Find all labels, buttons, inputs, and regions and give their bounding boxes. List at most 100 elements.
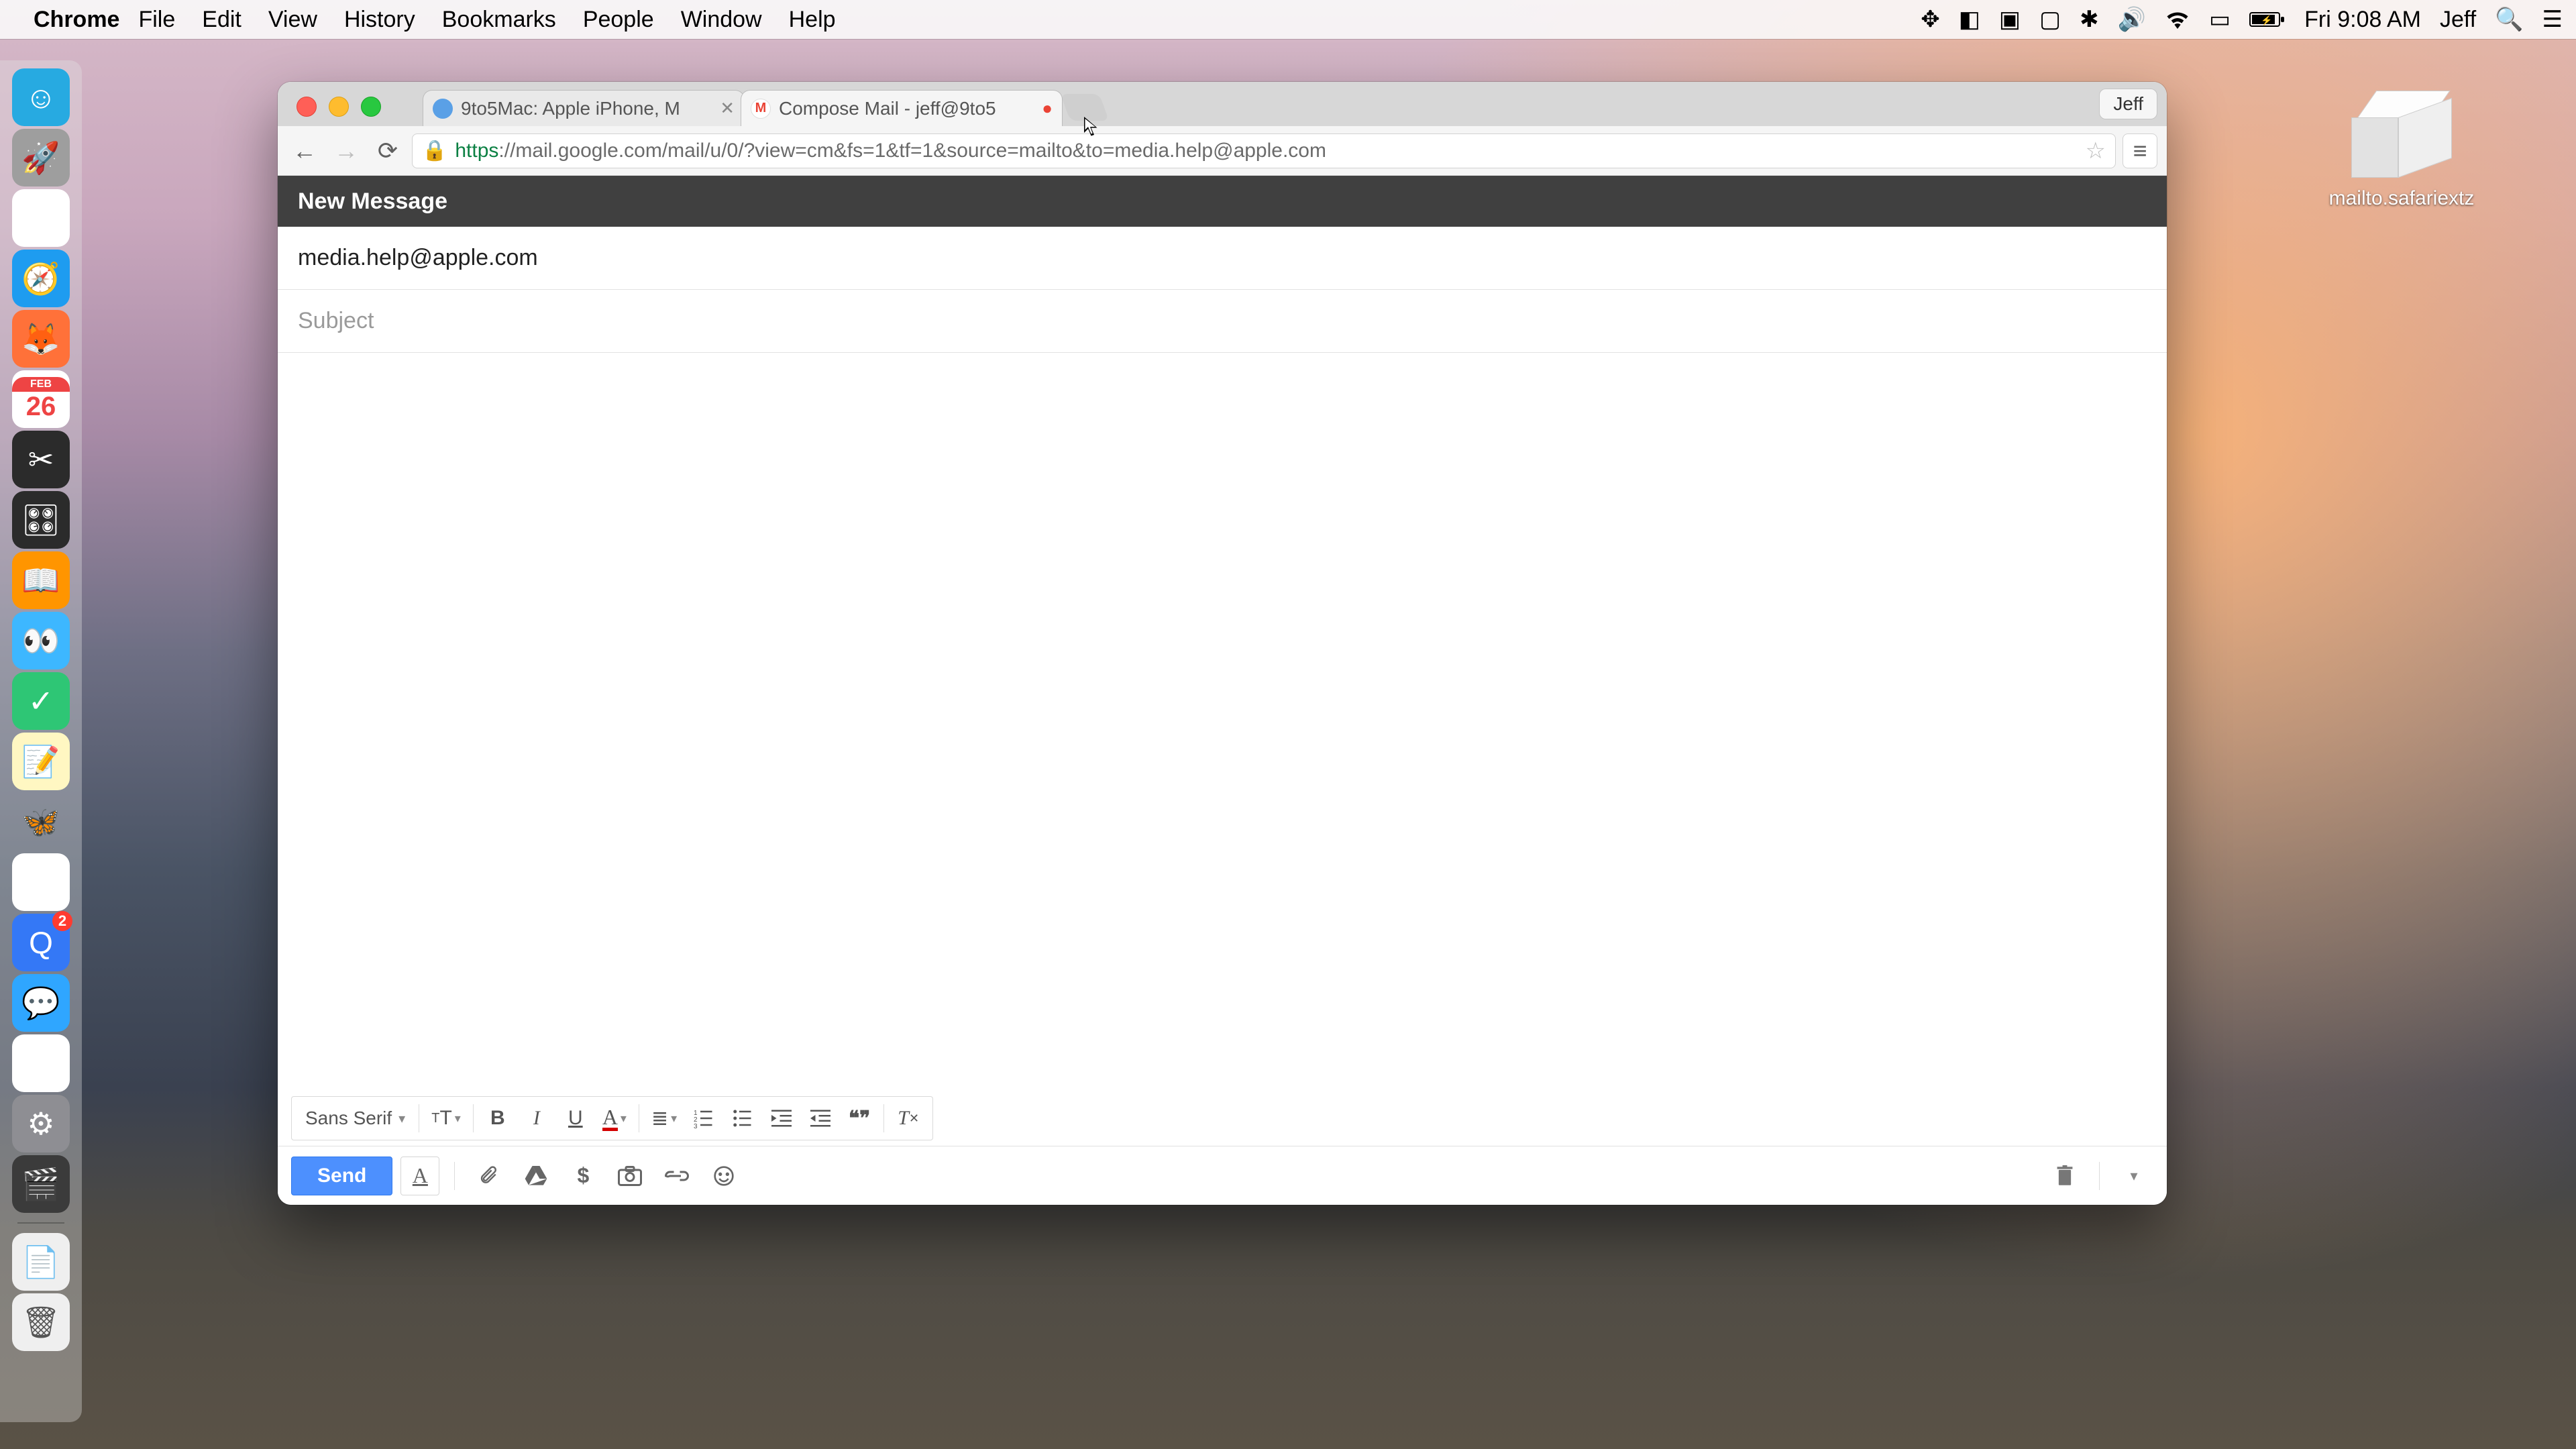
dock-trash-icon[interactable]: 🗑 [12,1293,70,1351]
menu-history[interactable]: History [344,7,415,33]
new-tab-button[interactable] [1061,94,1110,121]
spotlight-icon[interactable]: 🔍 [2495,6,2523,33]
window-controls [297,97,381,117]
align-button[interactable]: ≣▾ [645,1102,684,1135]
menubar-user[interactable]: Jeff [2440,7,2476,33]
notification-center-icon[interactable]: ☰ [2542,6,2563,33]
compose-subject-field[interactable] [278,290,2167,353]
italic-button[interactable]: I [518,1102,555,1135]
insert-link-icon[interactable] [657,1157,696,1195]
dock-settings-icon[interactable]: ⚙ [12,1095,70,1152]
display-icon[interactable]: ▭ [2209,6,2231,33]
wifi-icon[interactable] [2165,10,2190,29]
dock-chrome-icon[interactable]: ◉ [12,189,70,247]
compose-title: New Message [298,189,447,215]
dock-calendar-icon[interactable]: FEB26 [12,370,70,428]
formatting-toggle-button[interactable]: A [400,1157,439,1195]
formatting-toolbar: Sans Serif ▾ TT▾ B I U A▾ ≣▾ 123 [291,1096,933,1140]
menu-help[interactable]: Help [789,7,836,33]
dock-quicktime-icon[interactable]: 🎬 [12,1155,70,1213]
desktop-file-mailto-extension[interactable]: mailto.safariextz [2314,91,2489,210]
dock-quip-icon[interactable]: Q2 [12,914,70,971]
more-options-icon[interactable]: ▾ [2114,1157,2153,1195]
attach-file-icon[interactable] [470,1157,508,1195]
quote-button[interactable]: ❝❞ [841,1102,878,1135]
compose-body[interactable] [278,353,2167,1096]
svg-text:3: 3 [694,1123,698,1128]
lock-icon: 🔒 [422,139,447,162]
airplay-icon[interactable]: ▢ [2039,6,2061,33]
menu-edit[interactable]: Edit [202,7,241,33]
dock-tweetbot-icon[interactable]: 👀 [12,612,70,669]
font-family-select[interactable]: Sans Serif ▾ [297,1102,413,1135]
text-color-button[interactable]: A▾ [596,1102,633,1135]
dock-badge: 2 [52,911,72,931]
url-protocol: https [455,140,498,162]
dock-firefox-icon[interactable]: 🦊 [12,310,70,368]
remove-formatting-button[interactable]: T✕ [890,1102,927,1135]
menu-view[interactable]: View [268,7,317,33]
chevron-down-icon: ▾ [398,1110,405,1127]
dropbox-icon[interactable]: ✥ [1921,6,1940,33]
compose-header: New Message [278,176,2167,227]
active-app-name[interactable]: Chrome [34,7,119,33]
tab-close-icon[interactable]: ✕ [720,98,735,119]
onepassword-icon[interactable]: ◧ [1959,6,1980,33]
dock-photos-icon[interactable]: ✿ [12,853,70,911]
compose-action-bar: Send A $ ▾ [278,1146,2167,1205]
dock-safari-icon[interactable]: 🧭 [12,250,70,307]
sync-icon[interactable]: ✱ [2080,6,2099,33]
dock-finder-icon[interactable]: ☺ [12,68,70,126]
dock-messages-icon[interactable]: 💬 [12,974,70,1032]
window-zoom-button[interactable] [361,97,381,117]
address-bar[interactable]: 🔒 https://mail.google.com/mail/u/0/?view… [412,133,2116,168]
dock-logic-icon[interactable]: 🎛 [12,491,70,549]
nav-forward-button[interactable]: → [329,133,364,168]
nav-back-button[interactable]: ← [287,133,322,168]
browser-tab-9to5mac[interactable]: 9to5Mac: Apple iPhone, M ✕ [423,90,745,126]
browser-tab-compose[interactable]: M Compose Mail - jeff@9to5 ● [741,90,1063,126]
nav-reload-button[interactable]: ⟳ [370,133,405,168]
dock-finalcut-icon[interactable]: ✂ [12,431,70,488]
menu-people[interactable]: People [583,7,654,33]
insert-money-icon[interactable]: $ [564,1157,602,1195]
compose-to-value: media.help@apple.com [298,245,538,271]
dock-ibooks-icon[interactable]: 📖 [12,551,70,609]
insert-drive-icon[interactable] [517,1157,555,1195]
window-minimize-button[interactable] [329,97,349,117]
bold-button[interactable]: B [479,1102,517,1135]
chrome-menu-button[interactable]: ≡ [2123,133,2157,168]
dock-document-icon[interactable]: 📄 [12,1233,70,1291]
font-size-button[interactable]: TT▾ [425,1102,468,1135]
indent-more-button[interactable] [802,1102,839,1135]
dock-notes-icon[interactable]: 📝 [12,733,70,790]
underline-button[interactable]: U [557,1102,594,1135]
volume-icon[interactable]: 🔊 [2118,6,2146,33]
battery-icon[interactable]: ⚡ [2249,11,2286,28]
numbered-list-button[interactable]: 123 [685,1102,722,1135]
menubar-clock[interactable]: Fri 9:08 AM [2304,7,2421,33]
chrome-window: 9to5Mac: Apple iPhone, M ✕ M Compose Mai… [278,82,2167,1205]
menu-bookmarks[interactable]: Bookmarks [442,7,556,33]
tab-close-icon[interactable]: ● [1042,98,1053,119]
discard-draft-icon[interactable] [2045,1157,2084,1195]
dock-things-icon[interactable]: ✓ [12,672,70,730]
insert-emoji-icon[interactable] [704,1157,743,1195]
compose-subject-input[interactable] [298,308,2147,334]
menu-window[interactable]: Window [681,7,762,33]
send-button[interactable]: Send [291,1157,392,1195]
svg-text:⚡: ⚡ [2261,15,2272,26]
bookmark-star-icon[interactable]: ☆ [2086,138,2106,164]
compose-to-field[interactable]: media.help@apple.com [278,227,2167,290]
gmail-compose: New Message media.help@apple.com Sans Se… [278,176,2167,1205]
screencast-icon[interactable]: ▣ [1999,6,2021,33]
chrome-profile-button[interactable]: Jeff [2099,89,2157,119]
menu-file[interactable]: File [138,7,175,33]
bulleted-list-button[interactable] [724,1102,761,1135]
insert-photo-icon[interactable] [610,1157,649,1195]
dock-butterfly-icon[interactable]: 🦋 [12,793,70,851]
dock-launchpad-icon[interactable]: 🚀 [12,129,70,186]
indent-less-button[interactable] [763,1102,800,1135]
window-close-button[interactable] [297,97,317,117]
dock-itunes-icon[interactable]: ♫ [12,1034,70,1092]
